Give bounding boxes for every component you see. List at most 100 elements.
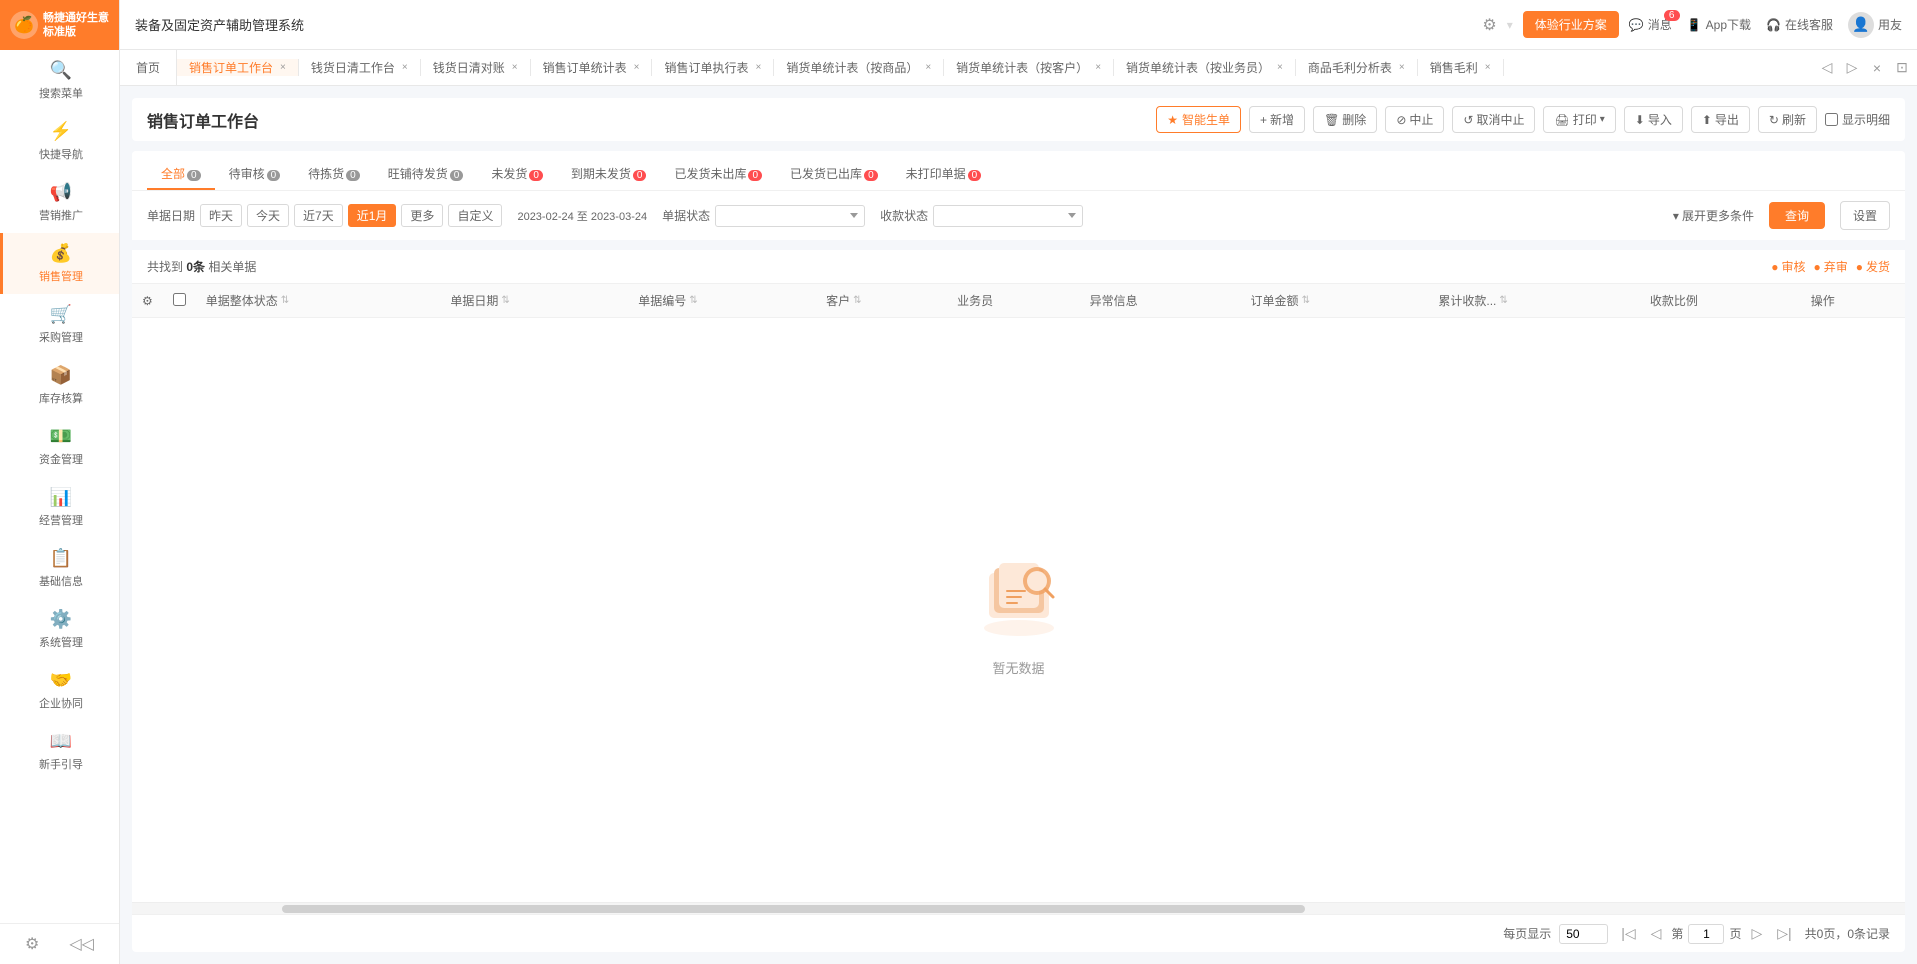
add-btn[interactable]: + 新增 [1249,106,1305,133]
tab-close-icon[interactable]: × [512,62,518,73]
filter-tab-已发货已出库[interactable]: 已发货已出库0 [776,159,892,190]
message-btn[interactable]: 💬 消息 6 [1629,16,1672,33]
sidebar-item-新手引导[interactable]: 📖新手引导 [0,721,119,782]
stop-btn[interactable]: ⊘ 中止 [1385,106,1444,133]
col-客户[interactable]: 客户⇅ [816,284,947,318]
select-all-checkbox[interactable] [173,293,186,306]
sidebar-item-资金管理[interactable]: 💵资金管理 [0,416,119,477]
settings-icon[interactable]: ⚙ [25,934,39,954]
sidebar-item-搜索菜单[interactable]: 🔍搜索菜单 [0,50,119,111]
filter-tab-未打印单据[interactable]: 未打印单据0 [892,159,996,190]
filter-tab-旺铺待发货[interactable]: 旺铺待发货0 [374,159,478,190]
tab-4[interactable]: 销售订单执行表× [652,59,774,76]
nav-icon: 🔍 [50,60,72,81]
export-btn[interactable]: ⬆ 导出 [1691,106,1750,133]
col-单据整体状态[interactable]: 单据整体状态⇅ [196,284,441,318]
filter-tab-已发货未出库[interactable]: 已发货未出库0 [660,159,776,190]
toolbar-action-发货[interactable]: ● 发货 [1856,258,1890,275]
last-page-btn[interactable]: ▷| [1772,923,1796,944]
col-单据日期[interactable]: 单据日期⇅ [440,284,628,318]
tab-close-icon[interactable]: × [402,62,408,73]
tab-5[interactable]: 销货单统计表（按商品）× [774,59,944,76]
filter-tab-待拣货[interactable]: 待拣货0 [294,159,374,190]
show-detail-input[interactable] [1825,113,1838,126]
sidebar-item-企业协同[interactable]: 🤝企业协同 [0,660,119,721]
user-menu-btn[interactable]: 👤 用友 [1848,12,1902,38]
page-input[interactable] [1688,924,1724,944]
tab-9[interactable]: 销售毛利× [1418,59,1504,76]
filter-tabs: 全部0待审核0待拣货0旺铺待发货0未发货0到期未发货0已发货未出库0已发货已出库… [132,151,1905,190]
tab-3[interactable]: 销售订单统计表× [531,59,653,76]
col-单据编号[interactable]: 单据编号⇅ [628,284,816,318]
sidebar-item-营销推广[interactable]: 📢营销推广 [0,172,119,233]
horizontal-scrollbar[interactable] [132,902,1905,914]
date-option-btn-今天[interactable]: 今天 [247,204,289,227]
status-select[interactable] [715,205,865,227]
col-累计收款...[interactable]: 累计收款...⇅ [1428,284,1640,318]
sort-icon: ⇅ [501,295,509,306]
toolbar-action-审核[interactable]: ● 审核 [1771,258,1805,275]
filter-tab-未发货[interactable]: 未发货0 [477,159,557,190]
import-btn[interactable]: ⬇ 导入 [1624,106,1683,133]
cancel-stop-btn[interactable]: ↺ 取消中止 [1452,106,1535,133]
tab-1[interactable]: 钱货日清工作台 × [299,59,421,76]
tab-8[interactable]: 商品毛利分析表× [1296,59,1418,76]
sidebar-item-基础信息[interactable]: 📋基础信息 [0,538,119,599]
date-option-btn-近1月[interactable]: 近1月 [348,204,397,227]
tab-7[interactable]: 销货单统计表（按业务员）× [1114,59,1296,76]
sidebar-footer: ⚙ ◁◁ [0,923,119,964]
show-detail-checkbox[interactable]: 显示明细 [1825,111,1890,128]
set-btn[interactable]: 设置 [1840,201,1890,230]
sidebar-item-销售管理[interactable]: 💰销售管理 [0,233,119,294]
sidebar-item-经营管理[interactable]: 📊经营管理 [0,477,119,538]
per-page-select[interactable]: 50 100 [1559,924,1608,944]
gear-icon[interactable]: ⚙ [1482,15,1496,35]
tab-scroll-left-btn[interactable]: ◁ [1817,58,1837,78]
query-btn[interactable]: 查询 [1769,202,1825,229]
filter-tab-待审核[interactable]: 待审核0 [215,159,295,190]
collapse-icon[interactable]: ◁◁ [69,934,94,954]
smart-create-btn[interactable]: ★ 智能生单 [1156,106,1241,133]
tab-scroll-right-btn[interactable]: ▷ [1842,58,1862,78]
tab-close-icon[interactable]: × [1399,62,1405,73]
first-page-btn[interactable]: |◁ [1616,923,1640,944]
tab-close-icon[interactable]: × [925,62,931,73]
tab-close-icon[interactable]: × [755,62,761,73]
date-option-btn-昨天[interactable]: 昨天 [200,204,242,227]
date-option-btn-自定义[interactable]: 自定义 [448,204,502,227]
tab-2[interactable]: 钱货日清对账× [421,59,531,76]
delete-btn[interactable]: 🗑 删除 [1313,106,1377,133]
industry-btn[interactable]: 体验行业方案 [1523,11,1619,38]
next-page-btn[interactable]: ▷ [1746,923,1767,944]
tab-close-icon[interactable]: × [634,62,640,73]
online-service-btn[interactable]: 🎧 在线客服 [1766,16,1833,33]
expand-more-btn[interactable]: ▾ 展开更多条件 [1673,207,1754,224]
tab-0[interactable]: 销售订单工作台× [177,59,299,76]
tab-close-all-btn[interactable]: × [1867,58,1887,78]
filter-tab-到期未发货[interactable]: 到期未发货0 [557,159,661,190]
toolbar-action-弃审[interactable]: ● 弃审 [1813,258,1847,275]
sidebar-item-快捷导航[interactable]: ⚡快捷导航 [0,111,119,172]
tab-expand-btn[interactable]: ⊡ [1892,58,1912,78]
tab-close-icon[interactable]: × [1095,62,1101,73]
date-option-btn-近7天[interactable]: 近7天 [294,204,343,227]
payment-select[interactable] [933,205,1083,227]
tab-label: 钱货日清工作台 [311,59,395,76]
sidebar-item-库存核算[interactable]: 📦库存核算 [0,355,119,416]
tab-close-icon[interactable]: × [1277,62,1283,73]
refresh-icon: ↻ [1769,113,1779,127]
tab-close-icon[interactable]: × [1485,62,1491,73]
tab-6[interactable]: 销货单统计表（按客户）× [944,59,1114,76]
tab-home[interactable]: 首页 [120,50,177,85]
app-download-btn[interactable]: 📱 App下载 [1687,16,1751,33]
tab-close-icon[interactable]: × [280,62,286,73]
settings-col-icon[interactable]: ⚙ [142,294,153,308]
sidebar-item-采购管理[interactable]: 🛒采购管理 [0,294,119,355]
date-option-btn-更多[interactable]: 更多 [401,204,443,227]
col-订单金额[interactable]: 订单金额⇅ [1241,284,1429,318]
refresh-btn[interactable]: ↻ 刷新 [1758,106,1817,133]
print-btn[interactable]: 🖨 打印 ▾ [1543,106,1615,133]
sidebar-item-系统管理[interactable]: ⚙️系统管理 [0,599,119,660]
filter-tab-全部[interactable]: 全部0 [147,159,215,190]
prev-page-btn[interactable]: ◁ [1646,923,1667,944]
